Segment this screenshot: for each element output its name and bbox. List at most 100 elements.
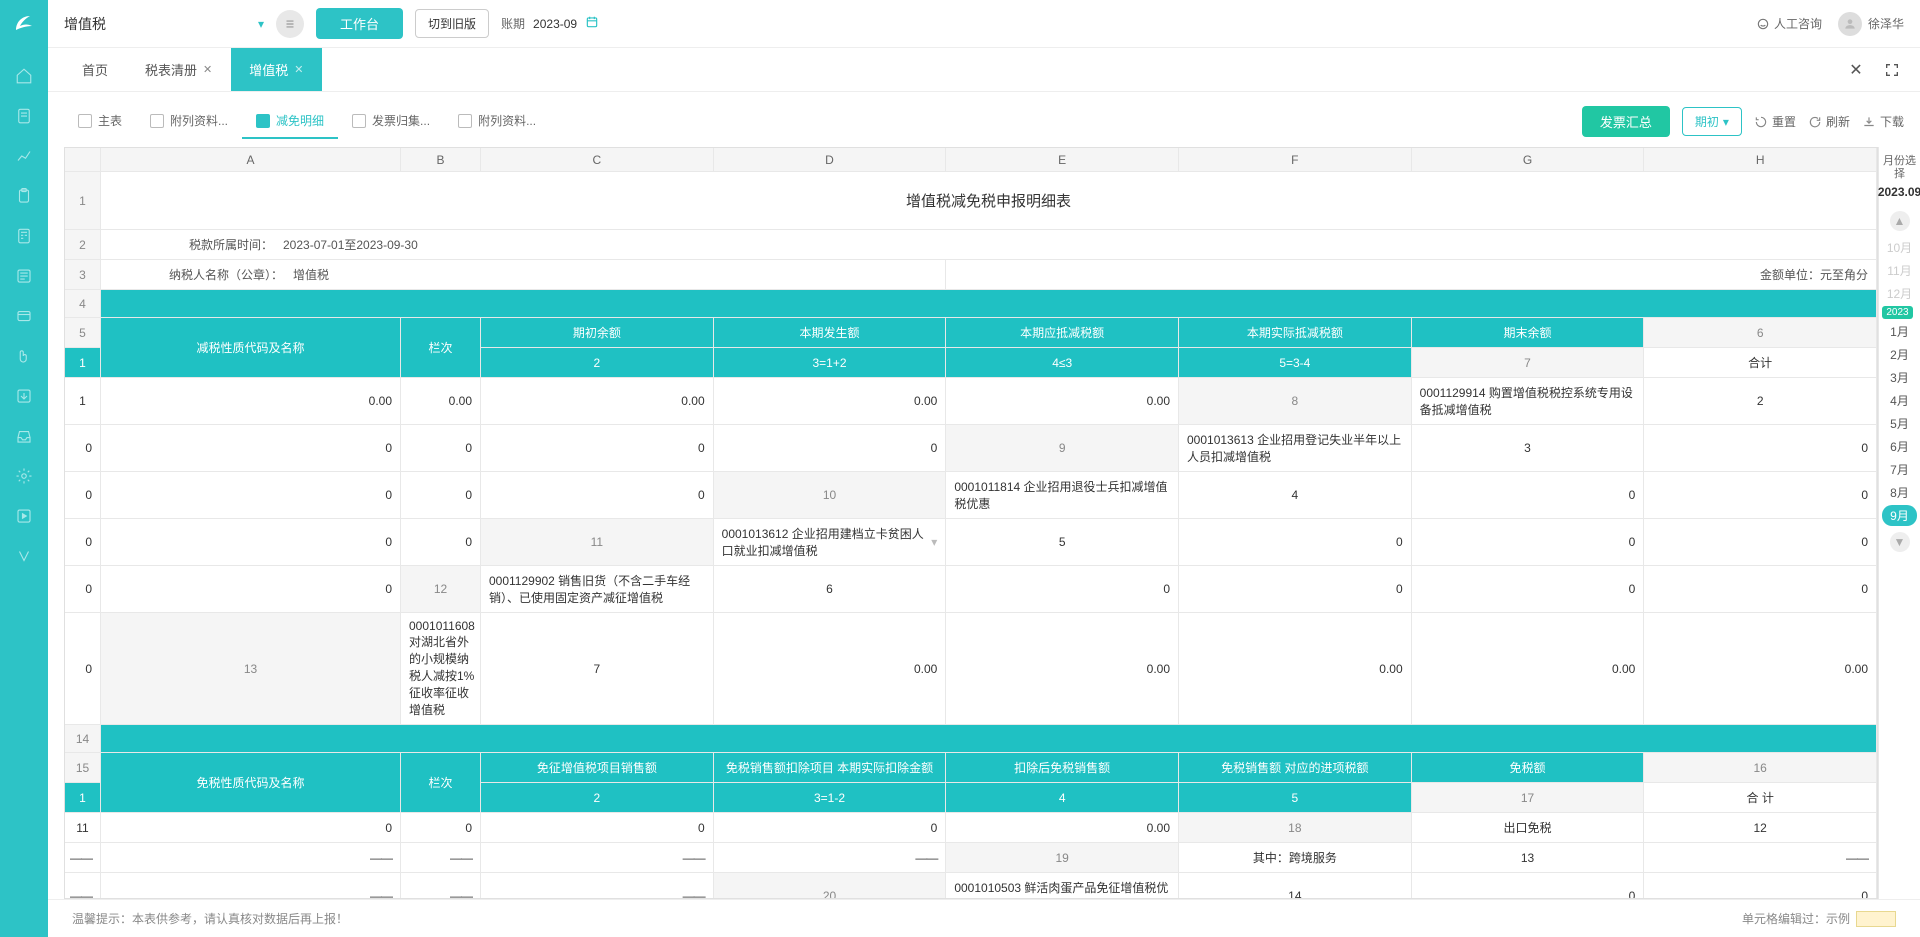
subtab-main[interactable]: 主表 bbox=[64, 104, 136, 139]
download-button[interactable]: 下载 bbox=[1862, 113, 1904, 130]
sec1-cell[interactable]: 0 bbox=[1412, 472, 1645, 519]
sec1-cell[interactable]: 0.00 bbox=[946, 378, 1179, 425]
sec2-cell[interactable]: 0 bbox=[1644, 873, 1877, 899]
month-5[interactable]: 5月 bbox=[1886, 413, 1913, 434]
sec2-cell[interactable]: 0 bbox=[481, 813, 714, 843]
sec1-cell[interactable]: 0 bbox=[65, 613, 101, 725]
switch-old-button[interactable]: 切到旧版 bbox=[415, 9, 489, 38]
sec1-cell[interactable]: 0 bbox=[481, 472, 714, 519]
period-init-button[interactable]: 期初▾ bbox=[1682, 107, 1742, 136]
sec1-cell[interactable]: 0 bbox=[401, 519, 481, 566]
sec1-cell[interactable]: 0 bbox=[1644, 566, 1877, 613]
sec1-cell[interactable]: 0.00 bbox=[714, 378, 947, 425]
sec1-cell[interactable]: 0.00 bbox=[1179, 613, 1412, 725]
tab-home[interactable]: 首页 bbox=[64, 48, 127, 91]
nav-calc-icon[interactable] bbox=[0, 216, 48, 256]
sec1-cell[interactable]: 0.00 bbox=[1644, 613, 1877, 725]
sec1-row-name[interactable]: 0001013612 企业招用建档立卡贫困人口就业扣减增值税▾ bbox=[714, 519, 947, 566]
workspace-button[interactable]: 工作台 bbox=[316, 8, 403, 39]
sec1-cell[interactable]: 0 bbox=[1412, 566, 1645, 613]
row-header: 8 bbox=[1179, 378, 1412, 425]
list-icon-button[interactable] bbox=[276, 10, 304, 38]
sec1-cell[interactable]: 0 bbox=[65, 425, 101, 472]
sec1-cell[interactable]: 0.00 bbox=[481, 378, 714, 425]
sec1-sub-5: 5=3-4 bbox=[1179, 348, 1412, 378]
user-menu[interactable]: 徐泽华 bbox=[1838, 12, 1904, 36]
sec1-cell[interactable]: 0 bbox=[946, 566, 1179, 613]
month-down-icon[interactable]: ▼ bbox=[1890, 532, 1910, 552]
sec1-cell[interactable]: 0 bbox=[1179, 566, 1412, 613]
sec1-cell[interactable]: 0 bbox=[401, 425, 481, 472]
consult-link[interactable]: 人工咨询 bbox=[1756, 15, 1822, 32]
calendar-icon[interactable] bbox=[585, 15, 599, 32]
subtab-attach1[interactable]: 附列资料... bbox=[136, 104, 242, 139]
nav-settings-icon[interactable] bbox=[0, 456, 48, 496]
tab-vat[interactable]: 增值税✕ bbox=[231, 48, 322, 91]
nav-home-icon[interactable] bbox=[0, 56, 48, 96]
tab-close-all-icon[interactable]: ✕ bbox=[1844, 58, 1868, 82]
sec1-cell[interactable]: 0 bbox=[1644, 425, 1877, 472]
nav-export-icon[interactable] bbox=[0, 376, 48, 416]
subtab-reduction-detail[interactable]: 减免明细 bbox=[242, 104, 338, 139]
sec1-cell[interactable]: 0.00 bbox=[401, 378, 481, 425]
sec1-cell[interactable]: 0 bbox=[481, 425, 714, 472]
month-4[interactable]: 4月 bbox=[1886, 390, 1913, 411]
nav-inbox-icon[interactable] bbox=[0, 416, 48, 456]
close-icon[interactable]: ✕ bbox=[203, 63, 212, 76]
nav-clipboard-icon[interactable] bbox=[0, 176, 48, 216]
sec1-cell[interactable]: 0 bbox=[65, 566, 101, 613]
sec1-row-name: 合计 bbox=[1644, 348, 1877, 378]
sec2-col-5: 免税额 bbox=[1412, 753, 1645, 783]
invoice-summary-button[interactable]: 发票汇总 bbox=[1582, 106, 1670, 137]
spreadsheet[interactable]: ABCDEFGH1增值税减免税申报明细表2税款所属时间： 2023-07-01至… bbox=[64, 147, 1878, 899]
close-icon[interactable]: ✕ bbox=[294, 63, 303, 76]
sec1-cell[interactable]: 0 bbox=[101, 472, 401, 519]
nav-chart-icon[interactable] bbox=[0, 136, 48, 176]
sec1-cell[interactable]: 0 bbox=[101, 425, 401, 472]
period-label: 账期 bbox=[501, 15, 525, 32]
sec2-cell[interactable]: 0 bbox=[714, 813, 947, 843]
nav-play-icon[interactable] bbox=[0, 496, 48, 536]
sec2-cell[interactable]: 0 bbox=[101, 813, 401, 843]
sec1-cell[interactable]: 0 bbox=[1179, 519, 1412, 566]
month-3[interactable]: 3月 bbox=[1886, 367, 1913, 388]
subtab-attach2[interactable]: 附列资料... bbox=[444, 104, 550, 139]
month-7[interactable]: 7月 bbox=[1886, 459, 1913, 480]
nav-bank-icon[interactable] bbox=[0, 296, 48, 336]
month-6[interactable]: 6月 bbox=[1886, 436, 1913, 457]
month-9[interactable]: 9月 bbox=[1882, 505, 1917, 526]
reset-button[interactable]: 重置 bbox=[1754, 113, 1796, 130]
sec2-cell[interactable]: 0 bbox=[401, 813, 481, 843]
subtab-invoice-collect[interactable]: 发票归集... bbox=[338, 104, 444, 139]
row-header: 6 bbox=[1644, 318, 1877, 348]
sheet-subtabs: 主表 附列资料... 减免明细 发票归集... 附列资料... 发票汇总 期初▾… bbox=[48, 92, 1920, 139]
sec1-cell[interactable]: 0 bbox=[401, 472, 481, 519]
sec2-cell[interactable]: 0 bbox=[1412, 873, 1645, 899]
sec1-cell[interactable]: 0 bbox=[1644, 472, 1877, 519]
month-1[interactable]: 1月 bbox=[1886, 321, 1913, 342]
tab-tax-list[interactable]: 税表清册✕ bbox=[127, 48, 231, 91]
sec2-cell[interactable]: 0.00 bbox=[946, 813, 1179, 843]
nav-v-icon[interactable] bbox=[0, 536, 48, 576]
sec1-cell[interactable]: 0 bbox=[714, 425, 947, 472]
org-selector[interactable]: 增值税 ▾ bbox=[64, 14, 264, 34]
sec1-cell[interactable]: 0.00 bbox=[101, 378, 401, 425]
nav-hand-icon[interactable] bbox=[0, 336, 48, 376]
sec1-cell[interactable]: 0.00 bbox=[1412, 613, 1645, 725]
fullscreen-icon[interactable] bbox=[1880, 58, 1904, 82]
sec1-cell[interactable]: 0 bbox=[101, 566, 401, 613]
month-up-icon[interactable]: ▲ bbox=[1890, 211, 1910, 231]
sec1-cell[interactable]: 0 bbox=[101, 519, 401, 566]
month-8[interactable]: 8月 bbox=[1886, 482, 1913, 503]
sec1-cell[interactable]: 0 bbox=[1644, 519, 1877, 566]
sec1-cell[interactable]: 0 bbox=[1412, 519, 1645, 566]
sec1-cell[interactable]: 0 bbox=[65, 519, 101, 566]
month-2[interactable]: 2月 bbox=[1886, 344, 1913, 365]
nav-doc-icon[interactable] bbox=[0, 96, 48, 136]
month-10: 10月 bbox=[1883, 237, 1916, 258]
sec1-cell[interactable]: 0.00 bbox=[946, 613, 1179, 725]
refresh-button[interactable]: 刷新 bbox=[1808, 113, 1850, 130]
sec1-cell[interactable]: 0.00 bbox=[714, 613, 947, 725]
nav-report-icon[interactable] bbox=[0, 256, 48, 296]
sec1-cell[interactable]: 0 bbox=[65, 472, 101, 519]
